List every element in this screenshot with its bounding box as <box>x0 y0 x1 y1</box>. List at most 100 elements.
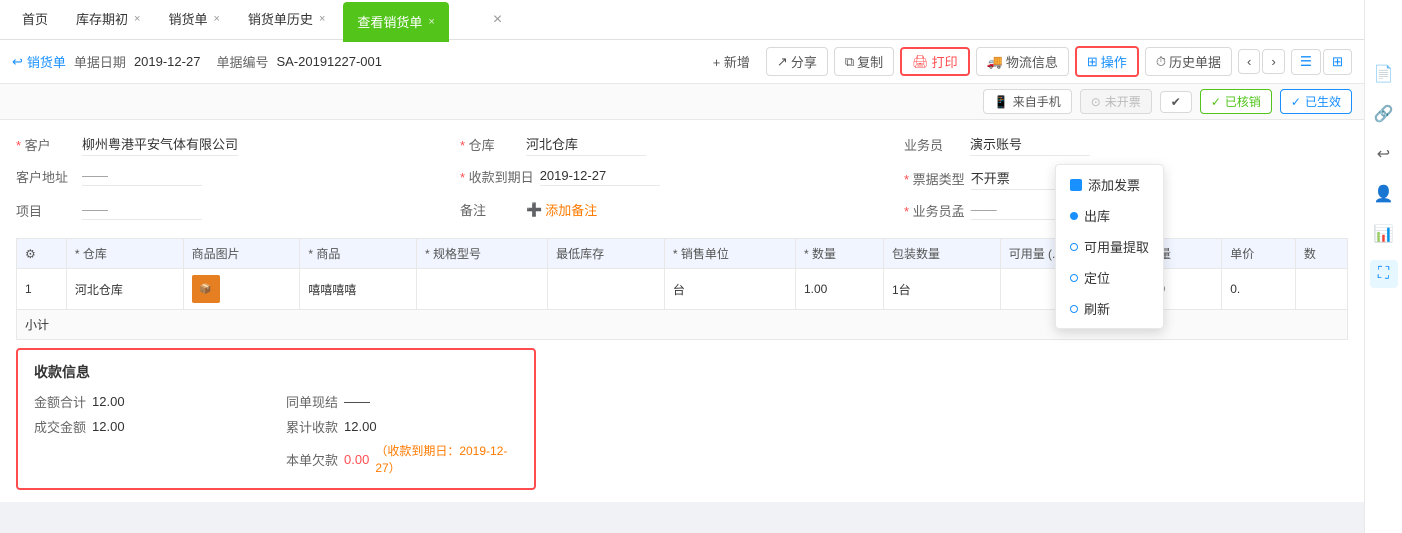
phone-icon: 📱 <box>994 95 1009 109</box>
col-unit: * 销售单位 <box>664 239 795 269</box>
sidebar-link-icon[interactable]: 🔗 <box>1370 100 1398 128</box>
payment-row-same-settle: 同单现结 —— <box>286 392 518 411</box>
history-icon: ⏱ <box>1156 54 1166 70</box>
ops-button[interactable]: ⊞ 操作 <box>1075 46 1139 77</box>
customer-value: 柳州粤港平安气体有限公司 <box>82 132 238 156</box>
address-field: 客户地址 —— <box>16 166 460 186</box>
tab-inventory[interactable]: 库存期初 × <box>62 0 154 40</box>
project-field: 项目 —— <box>16 200 460 220</box>
outstock-dot <box>1070 212 1078 220</box>
new-button[interactable]: + 新增 <box>703 48 760 75</box>
deal-value: 12.00 <box>92 419 125 434</box>
tab-view-close[interactable]: × <box>428 16 434 28</box>
dropdown-outstock[interactable]: 出库 <box>1056 200 1163 231</box>
address-value: —— <box>82 166 202 186</box>
grid-icon: ⊞ <box>1087 54 1098 70</box>
col-settings[interactable]: ⚙ <box>17 239 67 269</box>
same-settle-label: 同单现结 <box>286 392 338 411</box>
doc-type-label: 销货单 <box>27 52 66 71</box>
cell-warehouse: 河北仓库 <box>66 269 183 310</box>
col-price: 单价 <box>1222 239 1296 269</box>
tab-sales-close[interactable]: × <box>213 13 219 25</box>
payment-row-owed: 本单欠款 0.00 （收款到期日：2019-12-27） <box>286 442 518 476</box>
grid-view-button[interactable]: ⊞ <box>1323 49 1352 75</box>
cell-price: 0. <box>1222 269 1296 310</box>
tab-sales-history[interactable]: 销货单历史 × <box>234 0 339 40</box>
history-button[interactable]: ⏱ 历史单据 <box>1145 47 1232 76</box>
toolbar-actions: + 新增 ↗ 分享 ⧉ 复制 🖨 打印 🚚 物流信息 ⊞ 操作 ⏱ <box>703 46 1352 77</box>
print-button[interactable]: 🖨 打印 <box>900 47 970 76</box>
cell-spec <box>417 269 548 310</box>
due-date-field: 收款到期日 2019-12-27 <box>460 166 904 186</box>
sidebar-chart-icon[interactable]: 📊 <box>1370 220 1398 248</box>
copy-button[interactable]: ⧉ 复制 <box>834 47 894 76</box>
copy-icon: ⧉ <box>845 54 854 70</box>
main-content: 添加发票 出库 可用量提取 定位 刷新 客户 柳州粤港平安气 <box>0 120 1364 502</box>
doc-meta: 单据日期 2019-12-27 单据编号 SA-20191227-001 <box>74 52 695 71</box>
staff2-label: 业务员孟 <box>904 201 965 220</box>
tab-home[interactable]: 首页 <box>8 0 62 40</box>
locate-dot <box>1070 274 1078 282</box>
dropdown-add-invoice[interactable]: 添加发票 <box>1056 169 1163 200</box>
due-date-value: 2019-12-27 <box>540 166 660 186</box>
effect-button[interactable]: ✓ 已生效 <box>1280 89 1352 114</box>
staff-label: 业务员 <box>904 135 964 154</box>
sidebar-return-icon[interactable]: ↩ <box>1370 140 1398 168</box>
col-other: 数 <box>1295 239 1347 269</box>
dropdown-available-qty[interactable]: 可用量提取 <box>1056 231 1163 262</box>
sold-button[interactable]: ✓ 已核销 <box>1200 89 1272 114</box>
payment-box: 收款信息 金额合计 12.00 同单现结 —— 成交金额 12.00 累计收款 … <box>16 348 536 490</box>
add-invoice-icon <box>1070 179 1082 191</box>
due-date-label: 收款到期日 <box>460 167 534 186</box>
tab-sales[interactable]: 销货单 × <box>154 0 233 40</box>
dropdown-refresh[interactable]: 刷新 <box>1056 293 1163 324</box>
total-label: 金额合计 <box>34 392 86 411</box>
doc-type-badge: ↩ 销货单 <box>12 52 66 71</box>
next-button[interactable]: › <box>1262 49 1284 74</box>
col-min-stock: 最低库存 <box>548 239 665 269</box>
window-close-button[interactable]: × <box>493 11 502 29</box>
cell-qty: 1.00 <box>795 269 883 310</box>
project-label: 项目 <box>16 201 76 220</box>
tab-inventory-close[interactable]: × <box>134 13 140 25</box>
logistics-button[interactable]: 🚚 物流信息 <box>976 47 1069 76</box>
not-open-button[interactable]: ⊙ 未开票 <box>1080 89 1152 114</box>
tab-view-sales[interactable]: 查看销货单 × <box>343 2 448 42</box>
notes-field: 备注 ➕ 添加备注 <box>460 200 904 219</box>
address-label: 客户地址 <box>16 167 76 186</box>
accumulated-value: 12.00 <box>344 419 377 434</box>
doc-date-label: 单据日期 2019-12-27 <box>74 52 201 71</box>
from-phone-button[interactable]: 📱 来自手机 <box>983 89 1072 114</box>
available-dot <box>1070 243 1078 251</box>
total-value: 12.00 <box>92 394 125 409</box>
owed-note: （收款到期日：2019-12-27） <box>375 442 518 476</box>
list-view-button[interactable]: ☰ <box>1291 49 1321 75</box>
payment-title: 收款信息 <box>34 362 518 382</box>
effect-icon: ✓ <box>1291 95 1301 109</box>
col-pkg-qty: 包装数量 <box>883 239 1000 269</box>
check-icon-btn[interactable]: ✔ <box>1160 91 1192 113</box>
share-button[interactable]: ↗ 分享 <box>766 47 828 76</box>
right-sidebar: 📄 🔗 ↩ 👤 📊 ⛶ <box>1364 0 1402 533</box>
staff-field: 业务员 演示账号 <box>904 132 1348 156</box>
dropdown-locate[interactable]: 定位 <box>1056 262 1163 293</box>
customer-label: 客户 <box>16 135 76 154</box>
prev-button[interactable]: ‹ <box>1238 49 1260 74</box>
add-note-button[interactable]: ➕ 添加备注 <box>526 200 597 219</box>
tab-history-close[interactable]: × <box>319 13 325 25</box>
cell-product: 嘻嘻嘻嘻 <box>300 269 417 310</box>
col-img: 商品图片 <box>183 239 300 269</box>
cell-other <box>1295 269 1347 310</box>
sidebar-expand-icon[interactable]: ⛶ <box>1370 260 1398 288</box>
ops-dropdown: 添加发票 出库 可用量提取 定位 刷新 <box>1055 164 1164 329</box>
cell-min-stock <box>548 269 665 310</box>
sidebar-user-icon[interactable]: 👤 <box>1370 180 1398 208</box>
notes-label: 备注 <box>460 200 520 219</box>
action-bar: 📱 来自手机 ⊙ 未开票 ✔ ✓ 已核销 ✓ 已生效 <box>0 84 1364 120</box>
sidebar-doc-icon[interactable]: 📄 <box>1370 60 1398 88</box>
cell-unit: 台 <box>664 269 795 310</box>
cell-img: 📦 <box>183 269 300 310</box>
warehouse-field: 仓库 河北仓库 <box>460 132 904 156</box>
col-spec: * 规格型号 <box>417 239 548 269</box>
ticket-label: 票据类型 <box>904 169 965 188</box>
